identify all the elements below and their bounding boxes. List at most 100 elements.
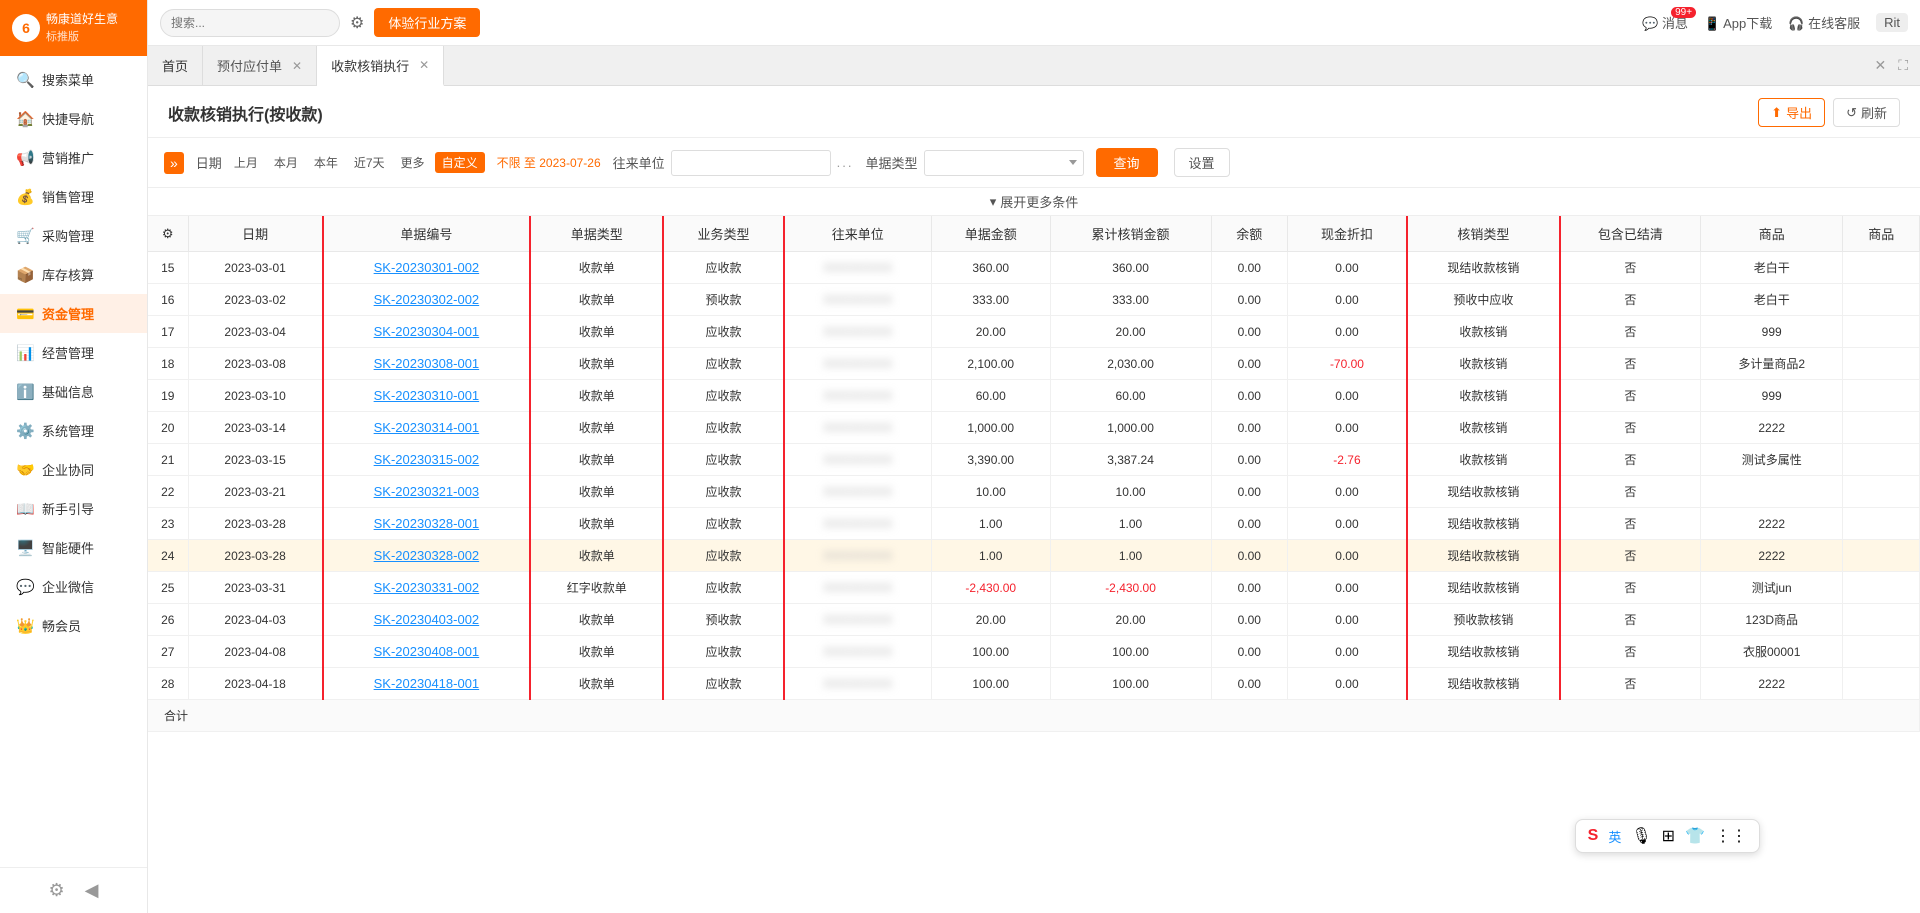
app-download-link[interactable]: 📱 App下载 [1704, 13, 1772, 32]
sidebar-item-wechat[interactable]: 💬企业微信 [0, 567, 147, 606]
filter-date-range-group: 不限 至 2023-07-26 [497, 154, 601, 171]
refresh-button[interactable]: ↺ 刷新 [1833, 98, 1900, 127]
tab-prepay-label: 预付应付单 [217, 56, 282, 75]
settings-icon[interactable]: ⚙ [350, 13, 364, 33]
sidebar: 6 畅康道好生意 标推版 🔍搜索菜单🏠快捷导航📢营销推广💰销售管理🛒采购管理📦库… [0, 0, 148, 913]
sidebar-collapse-btn[interactable]: ◀ [77, 876, 107, 905]
row-writeoff-type: 预收款核销 [1407, 604, 1560, 636]
ime-mic-icon[interactable]: 🎙 [1631, 826, 1651, 846]
filter-toggle-button[interactable]: » [164, 152, 184, 174]
page-header-actions: ⬆ 导出 ↺ 刷新 [1758, 98, 1900, 137]
ime-shirt-icon[interactable]: 👕 [1685, 826, 1705, 846]
row-amount: 1.00 [931, 540, 1050, 572]
row-balance: 0.00 [1211, 572, 1287, 604]
sidebar-icon-marketing: 📢 [16, 149, 34, 167]
row-amount: 3,390.00 [931, 444, 1050, 476]
tab-home[interactable]: 首页 [148, 46, 203, 86]
ime-more-icon[interactable]: ⋮⋮ [1715, 826, 1747, 846]
row-include-settled: 否 [1560, 476, 1701, 508]
col-writeoff-type: 核销类型 [1407, 216, 1560, 252]
sidebar-settings-btn[interactable]: ⚙ [41, 876, 73, 905]
sidebar-label-marketing: 营销推广 [42, 148, 94, 167]
refresh-icon: ↺ [1846, 105, 1857, 121]
sidebar-item-sales[interactable]: 💰销售管理 [0, 177, 147, 216]
table-row: 28 2023-04-18 SK-20230418-001 收款单 应收款 XX… [148, 668, 1920, 700]
row-partner: XXXXXXXX [784, 316, 932, 348]
row-biz-type: 应收款 [663, 412, 783, 444]
row-partner: XXXXXXXX [784, 668, 932, 700]
user-name[interactable]: Rit [1876, 13, 1908, 32]
message-badge[interactable]: 💬 消息 99+ [1642, 13, 1688, 32]
row-writeoff-type: 现结收款核销 [1407, 668, 1560, 700]
export-button[interactable]: ⬆ 导出 [1758, 98, 1825, 127]
row-product1: 2222 [1700, 412, 1843, 444]
expand-conditions-button[interactable]: ▾ 展开更多条件 [990, 192, 1079, 211]
row-product2 [1843, 572, 1920, 604]
row-amount: 20.00 [931, 604, 1050, 636]
row-writeoff-amt: 20.00 [1050, 316, 1211, 348]
bill-type-select[interactable] [924, 150, 1084, 176]
sidebar-item-system[interactable]: ⚙️系统管理 [0, 411, 147, 450]
tab-writeoff[interactable]: 收款核销执行 ✕ [317, 46, 444, 86]
row-writeoff-type: 现结收款核销 [1407, 572, 1560, 604]
sidebar-item-hardware[interactable]: 🖥️智能硬件 [0, 528, 147, 567]
sidebar-icon-wechat: 💬 [16, 578, 34, 596]
sidebar-item-purchase[interactable]: 🛒采购管理 [0, 216, 147, 255]
row-bill-no: SK-20230403-002 [323, 604, 530, 636]
query-button[interactable]: 查询 [1096, 148, 1158, 177]
filter-last-month[interactable]: 上月 [228, 152, 264, 173]
tab-close-all-btn[interactable]: ✕ [1870, 53, 1890, 78]
partner-value: XXXXXXXX [823, 676, 892, 691]
sidebar-item-inventory[interactable]: 📦库存核算 [0, 255, 147, 294]
row-include-settled: 否 [1560, 668, 1701, 700]
online-service-link[interactable]: 🎧 在线客服 [1788, 13, 1860, 32]
sidebar-icon-purchase: 🛒 [16, 227, 34, 245]
topbar-search-input[interactable] [160, 9, 340, 37]
settings-button[interactable]: 设置 [1174, 148, 1230, 177]
row-writeoff-amt: 1.00 [1050, 540, 1211, 572]
table-wrapper[interactable]: ⚙ 日期 单据编号 单据类型 业务类型 往来单位 单据金额 累计核销金额 余额 … [148, 216, 1920, 913]
sidebar-label-hardware: 智能硬件 [42, 538, 94, 557]
ime-grid-icon[interactable]: ⊞ [1662, 826, 1675, 846]
row-no: 22 [148, 476, 188, 508]
sidebar-item-member[interactable]: 👑畅会员 [0, 606, 147, 645]
tab-prepay[interactable]: 预付应付单 ✕ [203, 46, 317, 86]
filter-more-dates[interactable]: 更多 [395, 152, 431, 173]
row-product2 [1843, 348, 1920, 380]
row-discount: 0.00 [1287, 668, 1407, 700]
row-writeoff-type: 现结收款核销 [1407, 540, 1560, 572]
tab-prepay-close[interactable]: ✕ [292, 59, 302, 73]
partner-input[interactable] [671, 150, 831, 176]
sidebar-item-basic[interactable]: ℹ️基础信息 [0, 372, 147, 411]
industry-solution-button[interactable]: 体验行业方案 [374, 8, 480, 37]
table-row: 22 2023-03-21 SK-20230321-003 收款单 应收款 XX… [148, 476, 1920, 508]
sidebar-item-quicknav[interactable]: 🏠快捷导航 [0, 99, 147, 138]
tab-writeoff-close[interactable]: ✕ [419, 58, 429, 72]
sidebar-item-search[interactable]: 🔍搜索菜单 [0, 60, 147, 99]
filter-7days[interactable]: 近7天 [348, 152, 391, 173]
table-row: 23 2023-03-28 SK-20230328-001 收款单 应收款 XX… [148, 508, 1920, 540]
filter-this-month[interactable]: 本月 [268, 152, 304, 173]
filter-this-year[interactable]: 本年 [308, 152, 344, 173]
row-balance: 0.00 [1211, 252, 1287, 284]
sidebar-item-finance[interactable]: 💳资金管理 [0, 294, 147, 333]
row-date: 2023-03-31 [188, 572, 323, 604]
row-balance: 0.00 [1211, 412, 1287, 444]
row-writeoff-amt: -2,430.00 [1050, 572, 1211, 604]
filter-custom-date[interactable]: 自定义 [435, 152, 485, 173]
sidebar-item-marketing[interactable]: 📢 营销推广 [0, 138, 147, 177]
row-bill-type: 红字收款单 [530, 572, 663, 604]
row-bill-no: SK-20230321-003 [323, 476, 530, 508]
partner-value: XXXXXXXX [823, 548, 892, 563]
row-product1 [1700, 476, 1843, 508]
tab-expand-btn[interactable]: ⛶ [1894, 53, 1912, 78]
sidebar-item-enterprise[interactable]: 🤝企业协同 [0, 450, 147, 489]
col-settings[interactable]: ⚙ [148, 216, 188, 252]
row-amount: 333.00 [931, 284, 1050, 316]
sidebar-item-operation[interactable]: 📊经营管理 [0, 333, 147, 372]
sidebar-item-guide[interactable]: 📖新手引导 [0, 489, 147, 528]
row-product1: 2222 [1700, 668, 1843, 700]
sidebar-label-search: 搜索菜单 [42, 70, 94, 89]
sidebar-label-system: 系统管理 [42, 421, 94, 440]
sidebar-icon-operation: 📊 [16, 344, 34, 362]
